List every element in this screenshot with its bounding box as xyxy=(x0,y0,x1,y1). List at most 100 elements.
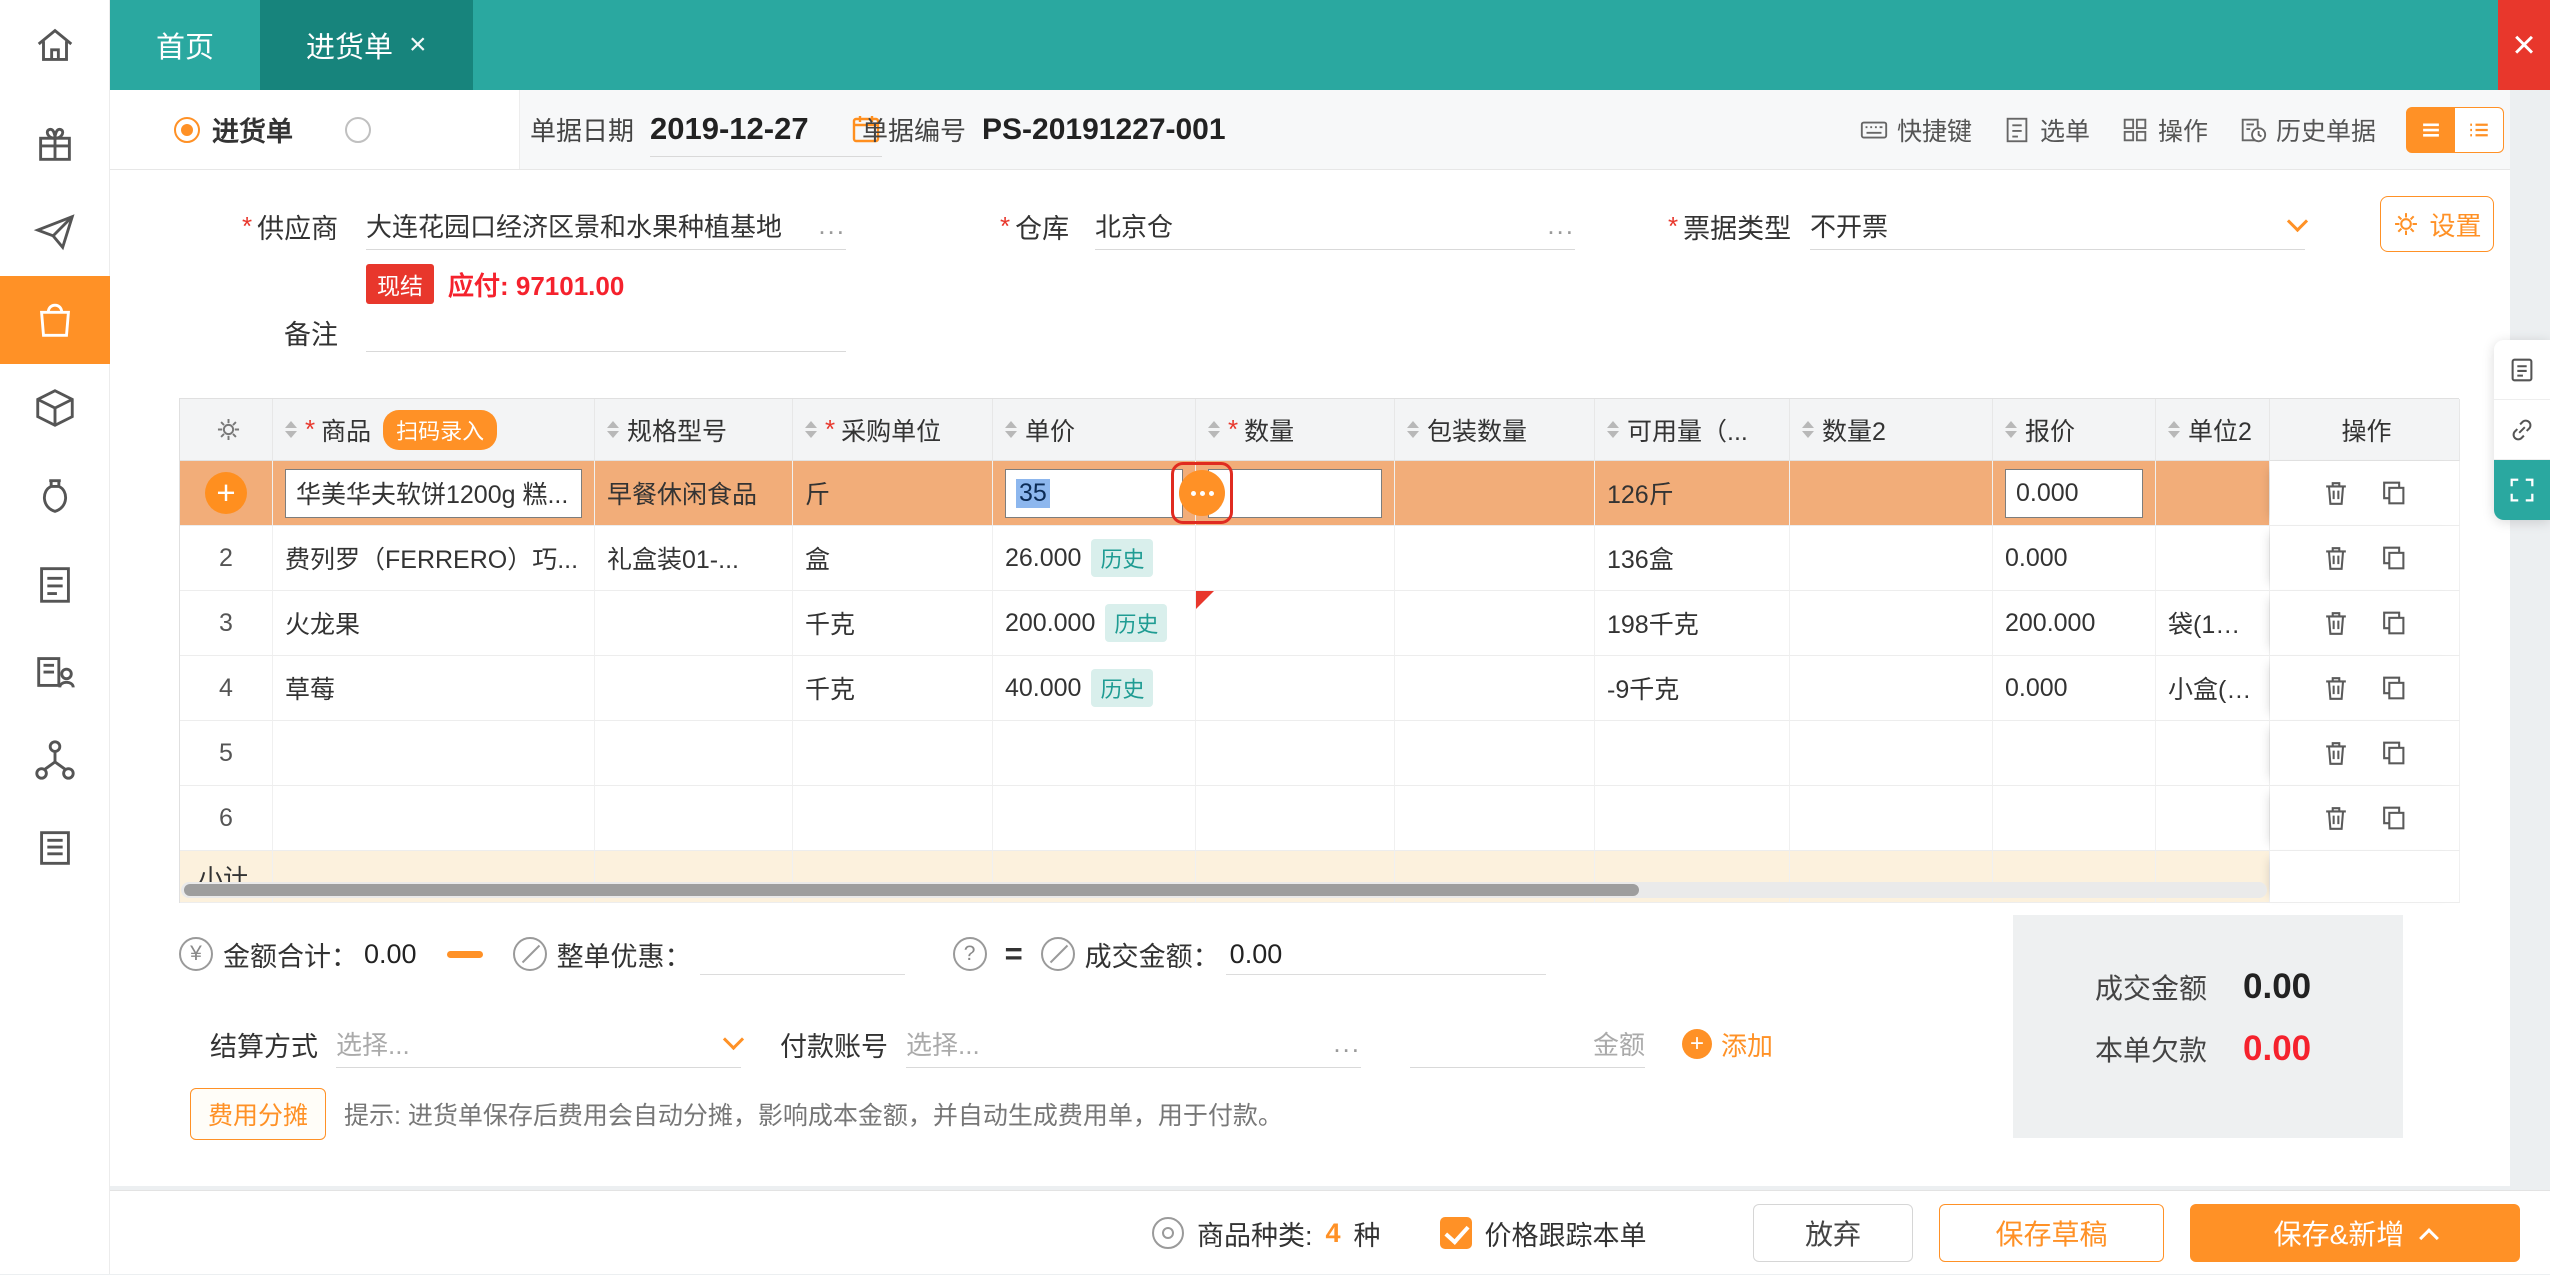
shortcut-keys-button[interactable]: 快捷键 xyxy=(1859,112,1972,148)
cell-avail-row-6[interactable] xyxy=(1595,786,1790,851)
cell-avail-row-5[interactable] xyxy=(1595,721,1790,786)
history-price-badge[interactable]: 历史 xyxy=(1091,539,1154,577)
cell-spec-row-5[interactable] xyxy=(595,721,793,786)
more-options-button[interactable] xyxy=(1171,462,1233,524)
sort-icon[interactable] xyxy=(1607,421,1619,438)
cell-unit2-row-5[interactable] xyxy=(2156,721,2270,786)
cell-idx-row-6[interactable]: 6 xyxy=(180,786,273,851)
cell-spec-row-4[interactable] xyxy=(595,656,793,721)
copy-row-button[interactable] xyxy=(2379,543,2409,573)
cell-unit-row-5[interactable] xyxy=(793,721,993,786)
product-cell-input[interactable]: 华美华夫软饼1200g 糕... xyxy=(285,468,582,518)
scan-entry-button[interactable]: 扫码录入 xyxy=(383,409,498,450)
cell-qty-row-5[interactable] xyxy=(1196,721,1395,786)
cell-idx-row-5[interactable]: 5 xyxy=(180,721,273,786)
col-header-qty2[interactable]: 数量2 xyxy=(1790,399,1993,461)
save-draft-button[interactable]: 保存草稿 xyxy=(1939,1204,2164,1262)
gift-icon[interactable] xyxy=(0,100,110,188)
ledger-icon[interactable] xyxy=(0,628,110,716)
bill-type-select[interactable]: 不开票 xyxy=(1810,202,2309,250)
cell-quote-row-4[interactable]: 0.000 xyxy=(1993,656,2156,721)
cell-pack-row-5[interactable] xyxy=(1395,721,1595,786)
copy-row-button[interactable] xyxy=(2379,478,2409,508)
cell-pack-row-3[interactable] xyxy=(1395,591,1595,656)
expand-tool-button[interactable] xyxy=(2494,460,2550,520)
cell-avail-row-4[interactable]: -9千克 xyxy=(1595,656,1790,721)
payment-account-select[interactable]: 选择... ... xyxy=(906,1020,1361,1068)
cell-spec-row-1[interactable]: 早餐休闲食品 xyxy=(595,461,793,526)
history-price-badge[interactable]: 历史 xyxy=(1091,669,1154,707)
cell-qty-row-2[interactable] xyxy=(1196,526,1395,591)
cell-qty2-row-3[interactable] xyxy=(1790,591,1993,656)
col-header-spec[interactable]: 规格型号 xyxy=(595,399,793,461)
operations-button[interactable]: 操作 xyxy=(2120,112,2208,148)
delete-row-button[interactable] xyxy=(2321,478,2351,508)
cell-qty2-row-6[interactable] xyxy=(1790,786,1993,851)
warehouse-more-button[interactable]: ... xyxy=(1547,210,1575,241)
supplier-more-button[interactable]: ... xyxy=(818,210,846,241)
news-icon[interactable] xyxy=(0,804,110,892)
sort-icon[interactable] xyxy=(805,421,817,438)
cell-price-row-1[interactable]: 35 xyxy=(993,461,1233,526)
cell-idx-row-1[interactable]: + xyxy=(180,461,273,526)
sort-icon[interactable] xyxy=(1802,421,1814,438)
cell-product-row-5[interactable] xyxy=(273,721,595,786)
delete-row-button[interactable] xyxy=(2321,608,2351,638)
history-documents-button[interactable]: 历史单据 xyxy=(2238,112,2376,148)
qty-cell-input[interactable] xyxy=(1208,468,1382,518)
cell-qty2-row-4[interactable] xyxy=(1790,656,1993,721)
col-header-qty[interactable]: * 数量 xyxy=(1196,399,1395,461)
cell-unit2-row-4[interactable]: 小盒(1小 xyxy=(2156,656,2270,721)
minus-icon[interactable] xyxy=(446,950,483,958)
cell-avail-row-2[interactable]: 136盒 xyxy=(1595,526,1790,591)
cell-product-row-3[interactable]: 火龙果 xyxy=(273,591,595,656)
remark-field[interactable] xyxy=(366,304,846,352)
cell-idx-row-4[interactable]: 4 xyxy=(180,656,273,721)
cell-quote-row-3[interactable]: 200.000 xyxy=(1993,591,2156,656)
sort-icon[interactable] xyxy=(1208,421,1220,438)
settings-button[interactable]: 设置 xyxy=(2380,196,2494,252)
cell-product-row-6[interactable] xyxy=(273,786,595,851)
cell-unit-row-4[interactable]: 千克 xyxy=(793,656,993,721)
cell-price-row-6[interactable] xyxy=(993,786,1196,851)
cell-qty-row-3[interactable] xyxy=(1196,591,1395,656)
delete-row-button[interactable] xyxy=(2321,738,2351,768)
pick-order-button[interactable]: 选单 xyxy=(2002,112,2090,148)
cell-qty2-row-1[interactable] xyxy=(1790,461,1993,526)
cell-quote-row-5[interactable] xyxy=(1993,721,2156,786)
scrollbar-thumb[interactable] xyxy=(184,884,1639,896)
cell-quote-row-6[interactable] xyxy=(1993,786,2156,851)
col-header-ops[interactable]: 操作 xyxy=(2270,399,2460,461)
shopping-bag-icon[interactable] xyxy=(0,276,110,364)
radio-on-icon[interactable] xyxy=(174,116,200,143)
copy-row-button[interactable] xyxy=(2379,803,2409,833)
cell-unit2-row-3[interactable]: 袋(1袋 ≈ xyxy=(2156,591,2270,656)
delete-row-button[interactable] xyxy=(2321,803,2351,833)
discount-field[interactable] xyxy=(699,933,905,975)
cell-qty-row-6[interactable] xyxy=(1196,786,1395,851)
cell-unit-row-6[interactable] xyxy=(793,786,993,851)
copy-row-button[interactable] xyxy=(2379,608,2409,638)
cancel-button[interactable]: 放弃 xyxy=(1753,1204,1913,1262)
delete-row-button[interactable] xyxy=(2321,673,2351,703)
cell-idx-row-3[interactable]: 3 xyxy=(180,591,273,656)
jar-icon[interactable] xyxy=(0,452,110,540)
copy-row-button[interactable] xyxy=(2379,738,2409,768)
home-icon[interactable] xyxy=(0,0,110,90)
purchase-order-radio[interactable]: 进货单 xyxy=(174,110,293,149)
cell-quote-row-1[interactable]: 0.000 xyxy=(1993,461,2156,526)
window-close-button[interactable]: × xyxy=(2498,0,2550,90)
tab-home[interactable]: 首页 xyxy=(110,0,260,90)
cube-icon[interactable] xyxy=(0,364,110,452)
sort-icon[interactable] xyxy=(2168,421,2180,438)
delete-row-button[interactable] xyxy=(2321,543,2351,573)
cell-price-row-3[interactable]: 200.000 历史 xyxy=(993,591,1196,656)
copy-row-button[interactable] xyxy=(2379,673,2409,703)
paper-plane-icon[interactable] xyxy=(0,188,110,276)
sort-icon[interactable] xyxy=(607,421,619,438)
tab-purchase-order[interactable]: 进货单 × xyxy=(260,0,473,90)
add-row-button[interactable]: + xyxy=(205,472,247,514)
cell-ops-row-5[interactable] xyxy=(2270,721,2460,786)
col-header-pack[interactable]: 包装数量 xyxy=(1395,399,1595,461)
cell-pack-row-1[interactable] xyxy=(1395,461,1595,526)
